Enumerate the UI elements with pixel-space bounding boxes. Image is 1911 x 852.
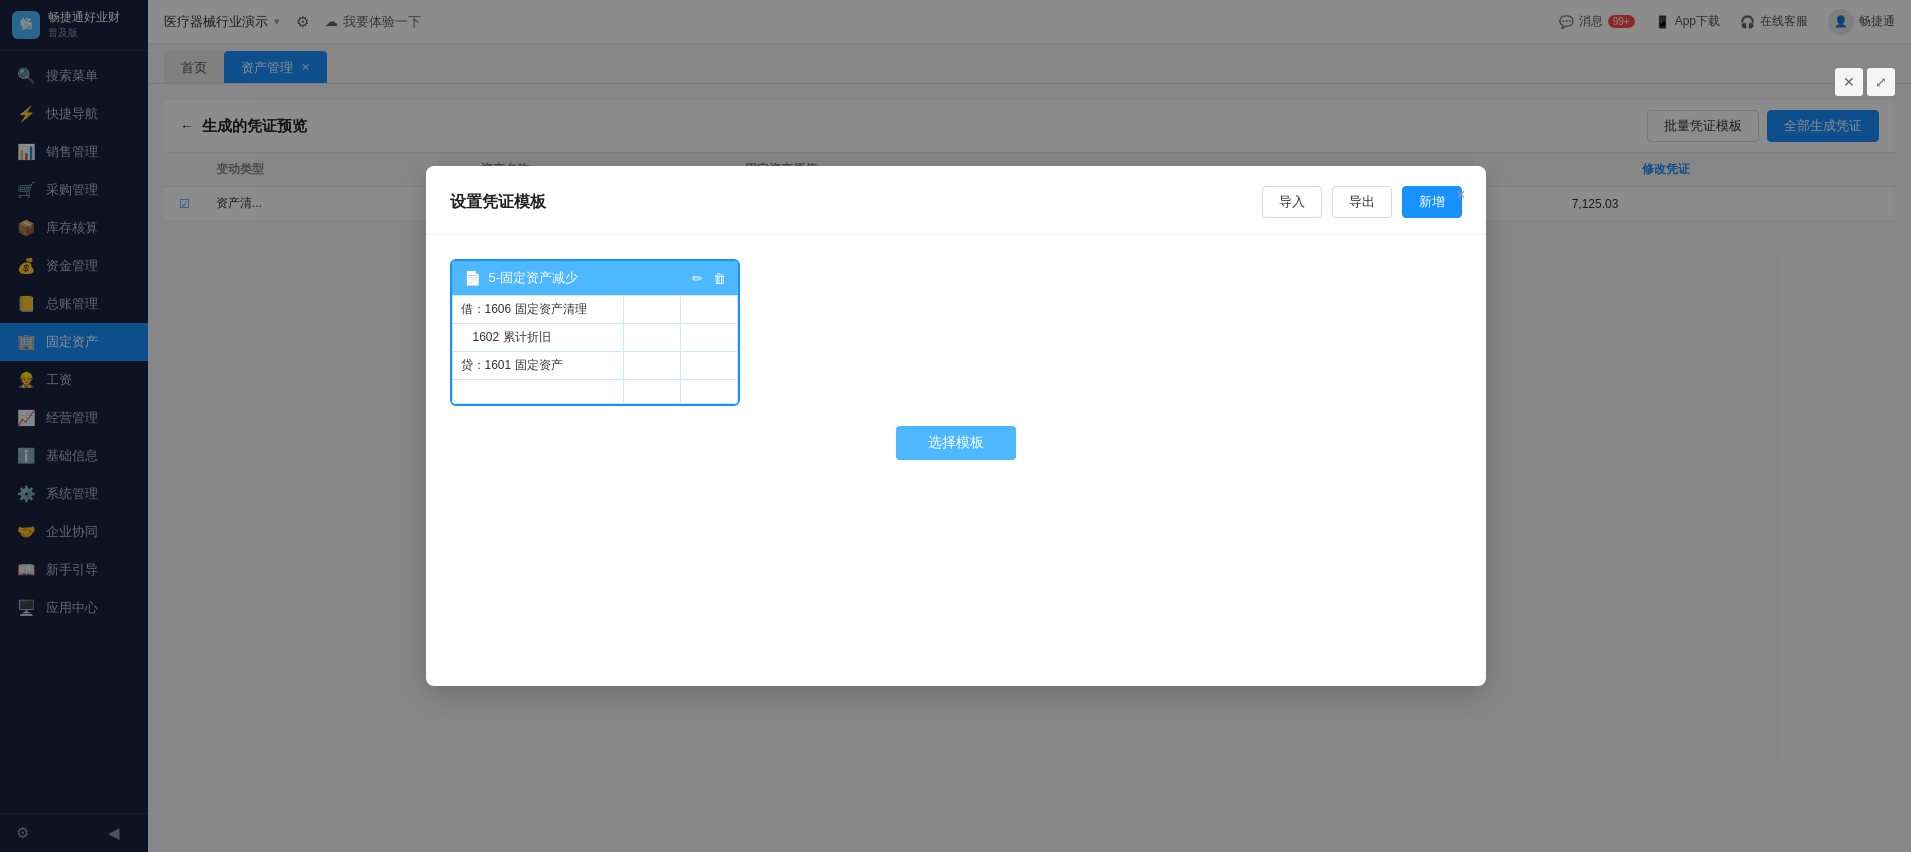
template-name: 5-固定资产减少 bbox=[489, 269, 579, 287]
template-credit-row-1: 贷：1601 固定资产 bbox=[452, 352, 737, 380]
window-expand-btn[interactable]: ⤢ bbox=[1867, 68, 1895, 96]
template-debit-row-1: 借：1606 固定资产清理 bbox=[452, 296, 737, 324]
template-debit-row-2: 1602 累计折旧 bbox=[452, 324, 737, 352]
template-card-header: 📄 5-固定资产减少 ✏ 🗑 bbox=[452, 261, 738, 295]
template-credit-val-1b bbox=[680, 352, 737, 380]
template-debit-val-1a bbox=[623, 296, 680, 324]
template-debit-val-2b bbox=[680, 324, 737, 352]
template-edit-icon[interactable]: ✏ bbox=[692, 271, 703, 286]
modal-dialog: 设置凭证模板 导入 导出 新增 × 📄 5-固定资产减少 ✏ 🗑 bbox=[426, 166, 1486, 686]
template-credit-val-1a bbox=[623, 352, 680, 380]
template-empty-row bbox=[452, 380, 737, 404]
template-table: 借：1606 固定资产清理 1602 累计折旧 贷：1601 固定资产 bbox=[452, 295, 738, 404]
template-delete-icon[interactable]: 🗑 bbox=[713, 271, 726, 286]
window-close-btn[interactable]: ✕ bbox=[1835, 68, 1863, 96]
export-btn[interactable]: 导出 bbox=[1332, 186, 1392, 218]
select-template-btn[interactable]: 选择模板 bbox=[896, 426, 1016, 460]
modal-overlay: ✕ ⤢ 设置凭证模板 导入 导出 新增 × 📄 5-固定资产减少 ✏ bbox=[0, 0, 1911, 852]
window-controls-bar: ✕ ⤢ bbox=[1819, 60, 1911, 104]
modal-header-actions: 导入 导出 新增 bbox=[1262, 186, 1462, 218]
template-credit-label-1: 贷：1601 固定资产 bbox=[452, 352, 623, 380]
template-empty-1 bbox=[452, 380, 623, 404]
template-empty-3 bbox=[680, 380, 737, 404]
template-header-actions: ✏ 🗑 bbox=[692, 271, 726, 286]
template-card: 📄 5-固定资产减少 ✏ 🗑 借：1606 固定资产清理 bbox=[450, 259, 740, 406]
modal-close-btn[interactable]: × bbox=[1456, 186, 1465, 204]
template-debit-val-1b bbox=[680, 296, 737, 324]
template-empty-2 bbox=[623, 380, 680, 404]
template-debit-label-1: 借：1606 固定资产清理 bbox=[452, 296, 623, 324]
template-doc-icon: 📄 bbox=[464, 270, 481, 286]
modal-body: 📄 5-固定资产减少 ✏ 🗑 借：1606 固定资产清理 bbox=[426, 235, 1486, 484]
template-debit-label-2: 1602 累计折旧 bbox=[452, 324, 623, 352]
template-debit-val-2a bbox=[623, 324, 680, 352]
modal-header: 设置凭证模板 导入 导出 新增 × bbox=[426, 166, 1486, 235]
import-btn[interactable]: 导入 bbox=[1262, 186, 1322, 218]
modal-title: 设置凭证模板 bbox=[450, 192, 546, 213]
new-template-btn[interactable]: 新增 bbox=[1402, 186, 1462, 218]
